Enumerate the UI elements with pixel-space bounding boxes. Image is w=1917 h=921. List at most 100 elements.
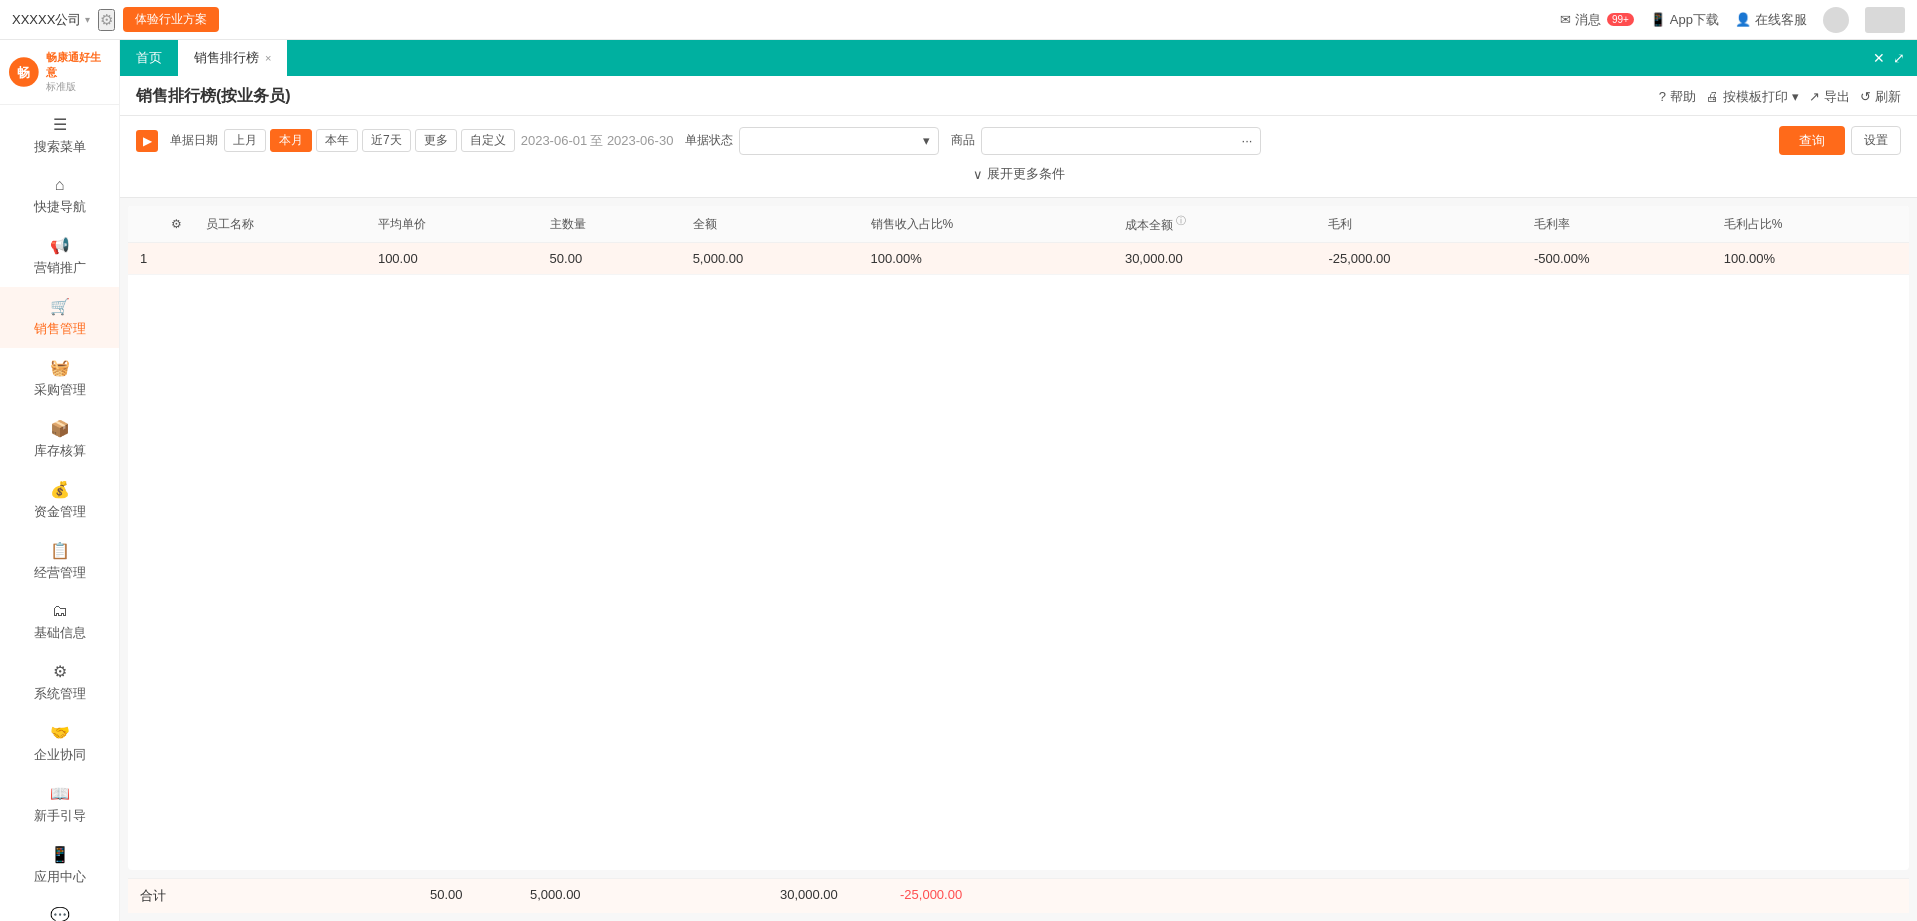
sidebar-item-enterprise[interactable]: 🤝 企业协同	[0, 713, 119, 774]
basic-icon: 🗂	[52, 602, 68, 620]
filter-area: ▶ 单据日期 上月 本月 本年 近7天 更多 自定义 2	[120, 116, 1917, 198]
footer-sales-pct	[650, 887, 780, 905]
cell-qty: 50.00	[538, 243, 681, 275]
date-custom-btn[interactable]: 自定义	[461, 129, 515, 152]
date-current-month-btn[interactable]: 本月	[270, 129, 312, 152]
date-more-btn[interactable]: 更多	[415, 129, 457, 152]
system-icon: ⚙	[53, 662, 67, 681]
print-button[interactable]: 🖨 按模板打印 ▾	[1706, 88, 1799, 106]
sidebar-item-label: 资金管理	[34, 503, 86, 521]
sidebar-item-inventory[interactable]: 📦 库存核算	[0, 409, 119, 470]
sidebar-item-purchase[interactable]: 🧺 采购管理	[0, 348, 119, 409]
cell-amount: 5,000.00	[681, 243, 859, 275]
th-name: 员工名称	[194, 206, 366, 243]
sidebar-item-label: 快捷导航	[34, 198, 86, 216]
sidebar-item-label: 系统管理	[34, 685, 86, 703]
footer-avg-price	[350, 887, 430, 905]
footer-profit: -25,000.00	[900, 887, 1020, 905]
marketing-icon: 📢	[50, 236, 70, 255]
sidebar-item-system[interactable]: ⚙ 系统管理	[0, 652, 119, 713]
enterprise-icon: 🤝	[50, 723, 70, 742]
logo-icon: 畅	[8, 56, 40, 88]
expand-row: ∨ 展开更多条件	[136, 161, 1901, 187]
sidebar-item-marketing[interactable]: 📢 营销推广	[0, 226, 119, 287]
sidebar-item-sales[interactable]: 🛒 销售管理	[0, 287, 119, 348]
th-idx	[128, 206, 159, 243]
user-name-placeholder	[1865, 7, 1905, 33]
goods-input[interactable]: ···	[981, 127, 1261, 155]
footer-amount: 5,000.00	[530, 887, 650, 905]
filter-date-group: 单据日期 上月 本月 本年 近7天 更多 自定义 2023-06-01 至	[170, 129, 673, 152]
date-7days-btn[interactable]: 近7天	[362, 129, 411, 152]
cell-idx: 1	[128, 243, 159, 275]
print-icon: 🖨	[1706, 89, 1719, 104]
arrow-right-icon: ▶	[143, 134, 152, 148]
sidebar-item-operations[interactable]: 📋 经营管理	[0, 531, 119, 592]
top-bar: XXXXX公司 ▾ ⚙ 体验行业方案 ✉ 消息 99+ 📱 App下载 👤 在线…	[0, 0, 1917, 40]
sidebar-item-label: 基础信息	[34, 624, 86, 642]
close-window-icon[interactable]: ✕	[1873, 50, 1885, 66]
help-icon: ?	[1659, 89, 1666, 104]
tab-close-icon[interactable]: ×	[265, 52, 271, 64]
message-label: 消息	[1575, 11, 1601, 29]
sidebar-item-wechat[interactable]: 💬 企业微信	[0, 896, 119, 921]
main-layout: 畅 畅康通好生意 标准版 ☰ 搜索菜单 ⌂ 快捷导航 📢 营销推广 🛒 销售管理…	[0, 40, 1917, 921]
settings-button[interactable]: 设置	[1851, 126, 1901, 155]
trial-button[interactable]: 体验行业方案	[123, 7, 219, 32]
cell-cost: 30,000.00	[1113, 243, 1317, 275]
guide-icon: 📖	[50, 784, 70, 803]
avatar[interactable]	[1823, 7, 1849, 33]
cell-profit-pct: 100.00%	[1712, 243, 1909, 275]
sidebar-item-shortcuts[interactable]: ⌂ 快捷导航	[0, 166, 119, 226]
app-download-item[interactable]: 📱 App下载	[1650, 11, 1719, 29]
query-button[interactable]: 查询	[1779, 126, 1845, 155]
sidebar-logo: 畅 畅康通好生意 标准版	[0, 40, 119, 105]
cell-profit-rate: -500.00%	[1522, 243, 1712, 275]
sidebar-item-label: 库存核算	[34, 442, 86, 460]
sidebar-item-appcenter[interactable]: 📱 应用中心	[0, 835, 119, 896]
sidebar-item-label: 采购管理	[34, 381, 86, 399]
refresh-button[interactable]: ↺ 刷新	[1860, 88, 1901, 106]
sidebar-item-basic[interactable]: 🗂 基础信息	[0, 592, 119, 652]
inventory-icon: 📦	[50, 419, 70, 438]
th-settings[interactable]: ⚙	[159, 206, 194, 243]
sidebar-item-guide[interactable]: 📖 新手引导	[0, 774, 119, 835]
company-selector[interactable]: XXXXX公司 ▾	[12, 11, 90, 29]
svg-text:畅: 畅	[17, 65, 30, 80]
sales-icon: 🛒	[50, 297, 70, 316]
sidebar-item-label: 企业协同	[34, 746, 86, 764]
company-name: XXXXX公司	[12, 11, 81, 29]
expand-more-btn[interactable]: ∨ 展开更多条件	[973, 161, 1065, 187]
th-cost: 成本全额 ⓘ	[1113, 206, 1317, 243]
tab-home-label: 首页	[136, 49, 162, 67]
export-icon: ↗	[1809, 89, 1820, 104]
filter-right-actions: 查询 设置	[1779, 126, 1901, 155]
table-header-row: ⚙ 员工名称 平均单价 主数量 全额 销售收入占比% 成本全额 ⓘ 毛利 毛利率…	[128, 206, 1909, 243]
service-item[interactable]: 👤 在线客服	[1735, 11, 1807, 29]
table-wrap: ⚙ 员工名称 平均单价 主数量 全额 销售收入占比% 成本全额 ⓘ 毛利 毛利率…	[128, 206, 1909, 870]
th-sales-pct: 销售收入占比%	[859, 206, 1113, 243]
tab-sales-ranking[interactable]: 销售排行榜 ×	[178, 40, 287, 76]
sidebar-item-label: 新手引导	[34, 807, 86, 825]
message-icon: ✉	[1560, 12, 1571, 27]
date-prev-month-btn[interactable]: 上月	[224, 129, 266, 152]
sidebar-item-finance[interactable]: 💰 资金管理	[0, 470, 119, 531]
th-profit-rate: 毛利率	[1522, 206, 1712, 243]
maximize-icon[interactable]: ⤢	[1893, 50, 1905, 66]
th-qty: 主数量	[538, 206, 681, 243]
date-year-btn[interactable]: 本年	[316, 129, 358, 152]
settings-icon-btn[interactable]: ⚙	[98, 9, 115, 31]
status-select[interactable]: ▾	[739, 127, 939, 155]
cell-name	[194, 243, 366, 275]
filter-goods-group: 商品 ···	[951, 127, 1261, 155]
tab-home[interactable]: 首页	[120, 40, 178, 76]
filter-toggle-btn[interactable]: ▶	[136, 130, 158, 152]
sidebar-item-label: 搜索菜单	[34, 138, 86, 156]
print-chevron-icon: ▾	[1792, 89, 1799, 104]
goods-filter-label: 商品	[951, 132, 975, 149]
export-button[interactable]: ↗ 导出	[1809, 88, 1850, 106]
app-icon: 📱	[1650, 12, 1666, 27]
sidebar-item-search[interactable]: ☰ 搜索菜单	[0, 105, 119, 166]
message-item[interactable]: ✉ 消息 99+	[1560, 11, 1634, 29]
help-button[interactable]: ? 帮助	[1659, 88, 1696, 106]
